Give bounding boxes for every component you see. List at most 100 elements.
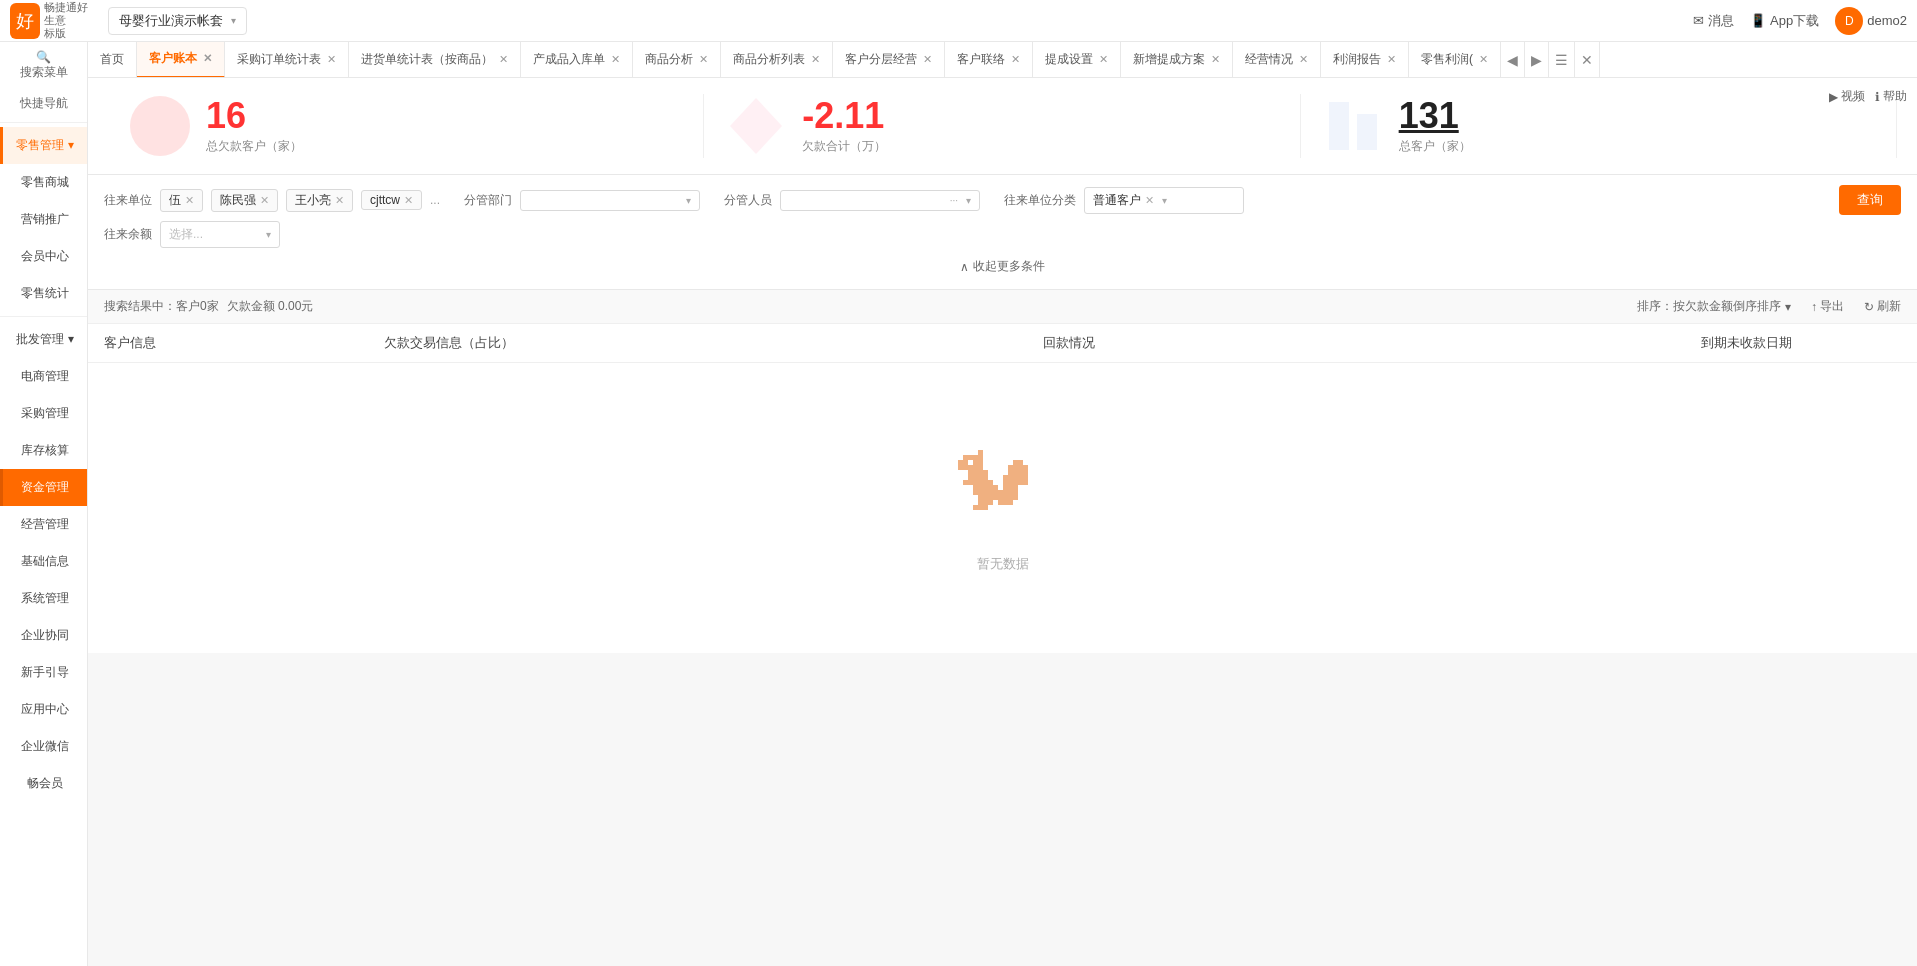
tab-product-analysis[interactable]: 商品分析 ✕ bbox=[633, 42, 721, 78]
page-content: ¥ 16 总欠款客户（家） bbox=[88, 78, 1917, 966]
sidebar-item-enterprise-coop[interactable]: 企业协同 bbox=[0, 617, 87, 654]
help-btn[interactable]: ℹ 帮助 bbox=[1875, 88, 1907, 105]
tab-new-achievement[interactable]: 新增提成方案 ✕ bbox=[1121, 42, 1233, 78]
sidebar-item-purchase[interactable]: 采购管理 bbox=[0, 395, 87, 432]
tab-customer-contact[interactable]: 客户联络 ✕ bbox=[945, 42, 1033, 78]
video-btn[interactable]: ▶ 视频 bbox=[1829, 88, 1865, 105]
close-icon[interactable]: ✕ bbox=[1299, 53, 1308, 66]
chevron-down-icon: ▾ bbox=[686, 195, 691, 206]
sidebar-divider bbox=[0, 122, 87, 123]
sort-btn[interactable]: 排序：按欠款金额倒序排序 ▾ bbox=[1637, 298, 1791, 315]
search-result-text: 搜索结果中：客户0家 bbox=[104, 298, 219, 315]
close-icon[interactable]: ✕ bbox=[611, 53, 620, 66]
remove-unit-2-btn[interactable]: ✕ bbox=[260, 194, 269, 207]
tab-product-analysis-list[interactable]: 商品分析列表 ✕ bbox=[721, 42, 833, 78]
remove-class-1-btn[interactable]: ✕ bbox=[1145, 194, 1154, 207]
filter-person-select[interactable]: ··· ▾ bbox=[780, 190, 980, 211]
close-icon[interactable]: ✕ bbox=[1479, 53, 1488, 66]
collapse-btn[interactable]: ∧ 收起更多条件 bbox=[956, 254, 1049, 279]
chevron-up-icon: ∧ bbox=[960, 260, 969, 274]
remove-unit-3-btn[interactable]: ✕ bbox=[335, 194, 344, 207]
tab-close-all-btn[interactable]: ✕ bbox=[1575, 42, 1600, 78]
tab-inbound-stats[interactable]: 进货单统计表（按商品） ✕ bbox=[349, 42, 521, 78]
stat-card-total-customers: 131 总客户（家） bbox=[1301, 94, 1897, 158]
sidebar-item-inventory[interactable]: 库存核算 bbox=[0, 432, 87, 469]
stat-label-3: 总客户（家） bbox=[1399, 138, 1876, 155]
sidebar-item-operations[interactable]: 经营管理 bbox=[0, 506, 87, 543]
user-avatar-area[interactable]: D demo2 bbox=[1835, 7, 1907, 35]
stat-info-2: -2.11 欠款合计（万） bbox=[802, 98, 1279, 155]
remove-unit-4-btn[interactable]: ✕ bbox=[404, 194, 413, 207]
app-download-btn[interactable]: 📱 App下载 bbox=[1750, 12, 1819, 30]
tab-customer-tier[interactable]: 客户分层经营 ✕ bbox=[833, 42, 945, 78]
close-icon[interactable]: ✕ bbox=[1211, 53, 1220, 66]
sidebar-item-retail-stats[interactable]: 零售统计 bbox=[0, 275, 87, 312]
svg-text:¥: ¥ bbox=[151, 111, 168, 142]
filter-unit-label: 往来单位 bbox=[104, 192, 152, 209]
sidebar-item-new-guide[interactable]: 新手引导 bbox=[0, 654, 87, 691]
close-icon[interactable]: ✕ bbox=[499, 53, 508, 66]
account-selector[interactable]: 母婴行业演示帐套 ▾ bbox=[108, 7, 247, 35]
filter-row-1: 往来单位 伍 ✕ 陈民强 ✕ 王小亮 ✕ bbox=[104, 185, 1901, 215]
tab-purchase-order-stats[interactable]: 采购订单统计表 ✕ bbox=[225, 42, 349, 78]
tab-profit-report[interactable]: 利润报告 ✕ bbox=[1321, 42, 1409, 78]
stats-top-right: ▶ 视频 ℹ 帮助 bbox=[1829, 88, 1907, 105]
search-button[interactable]: 查询 bbox=[1839, 185, 1901, 215]
sidebar-item-retail[interactable]: 零售管理 ▾ bbox=[0, 127, 87, 164]
sidebar-item-retail-mall[interactable]: 零售商城 bbox=[0, 164, 87, 201]
amount-text: 欠款金额 0.00元 bbox=[227, 298, 314, 315]
close-icon[interactable]: ✕ bbox=[327, 53, 336, 66]
sidebar-item-member2[interactable]: 畅会员 bbox=[0, 765, 87, 802]
refresh-btn[interactable]: ↻ 刷新 bbox=[1864, 298, 1901, 315]
tab-product-inbound[interactable]: 产成品入库单 ✕ bbox=[521, 42, 633, 78]
sidebar-item-app-center[interactable]: 应用中心 bbox=[0, 691, 87, 728]
sidebar: 🔍 搜索菜单 快捷导航 零售管理 ▾ 零售商城 营销推广 会员中心 零售统计 bbox=[0, 42, 88, 966]
sidebar-item-member[interactable]: 会员中心 bbox=[0, 238, 87, 275]
filter-dept-select[interactable]: ▾ bbox=[520, 190, 700, 211]
tab-retail-profit[interactable]: 零售利润( ✕ bbox=[1409, 42, 1501, 78]
message-btn[interactable]: ✉ 消息 bbox=[1693, 12, 1734, 30]
logo-icon: 好 bbox=[10, 3, 40, 39]
remove-unit-1-btn[interactable]: ✕ bbox=[185, 194, 194, 207]
close-icon[interactable]: ✕ bbox=[811, 53, 820, 66]
app-container: 好 畅捷通好生意 标版 母婴行业演示帐套 ▾ ✉ 消息 📱 App下载 D de… bbox=[0, 0, 1917, 966]
sidebar-item-marketing[interactable]: 营销推广 bbox=[0, 201, 87, 238]
tab-menu-btn[interactable]: ☰ bbox=[1549, 42, 1575, 78]
tab-prev-btn[interactable]: ◀ bbox=[1501, 42, 1525, 78]
sidebar-search-btn[interactable]: 🔍 搜索菜单 bbox=[0, 42, 87, 89]
money-icon: ¥ bbox=[128, 94, 192, 158]
ellipsis-icon: ··· bbox=[950, 195, 958, 206]
filter-class-select[interactable]: 普通客户 ✕ ▾ bbox=[1084, 187, 1244, 214]
stats-row: ¥ 16 总欠款客户（家） bbox=[88, 78, 1917, 175]
close-icon[interactable]: ✕ bbox=[923, 53, 932, 66]
sidebar-item-wholesale[interactable]: 批发管理 ▾ bbox=[0, 321, 87, 358]
tab-business-status[interactable]: 经营情况 ✕ bbox=[1233, 42, 1321, 78]
tab-next-btn[interactable]: ▶ bbox=[1525, 42, 1549, 78]
sidebar-item-system[interactable]: 系统管理 bbox=[0, 580, 87, 617]
sidebar-item-enterprise-wechat[interactable]: 企业微信 bbox=[0, 728, 87, 765]
stat-icon-1: ¥ bbox=[128, 94, 192, 158]
filter-class-label: 往来单位分类 bbox=[1004, 192, 1076, 209]
filter-more-btn[interactable]: ... bbox=[430, 193, 440, 207]
close-icon[interactable]: ✕ bbox=[1011, 53, 1020, 66]
filter-remain-select[interactable]: 选择... ▾ bbox=[160, 221, 280, 248]
filter-remain-label: 往来余额 bbox=[104, 226, 152, 243]
sidebar-quick-nav[interactable]: 快捷导航 bbox=[0, 89, 87, 118]
close-icon[interactable]: ✕ bbox=[1099, 53, 1108, 66]
close-icon[interactable]: ✕ bbox=[1387, 53, 1396, 66]
chevron-down-icon: ▾ bbox=[266, 229, 271, 240]
sidebar-item-ecommerce[interactable]: 电商管理 bbox=[0, 358, 87, 395]
stat-icon-2 bbox=[724, 94, 788, 158]
tab-home[interactable]: 首页 bbox=[88, 42, 137, 78]
sidebar-item-basic[interactable]: 基础信息 bbox=[0, 543, 87, 580]
close-icon[interactable]: ✕ bbox=[203, 52, 212, 65]
tab-customer-debt[interactable]: 客户账本 ✕ bbox=[137, 42, 225, 78]
close-icon[interactable]: ✕ bbox=[699, 53, 708, 66]
diamond-icon bbox=[724, 94, 788, 158]
sidebar-item-finance[interactable]: 资金管理 bbox=[0, 469, 87, 506]
tab-remind-settings[interactable]: 提成设置 ✕ bbox=[1033, 42, 1121, 78]
export-btn[interactable]: ↑ 导出 bbox=[1811, 298, 1844, 315]
stat-value-2: -2.11 bbox=[802, 98, 1279, 134]
filter-tag-class-1: 普通客户 ✕ bbox=[1093, 192, 1154, 209]
stat-value-1: 16 bbox=[206, 98, 683, 134]
